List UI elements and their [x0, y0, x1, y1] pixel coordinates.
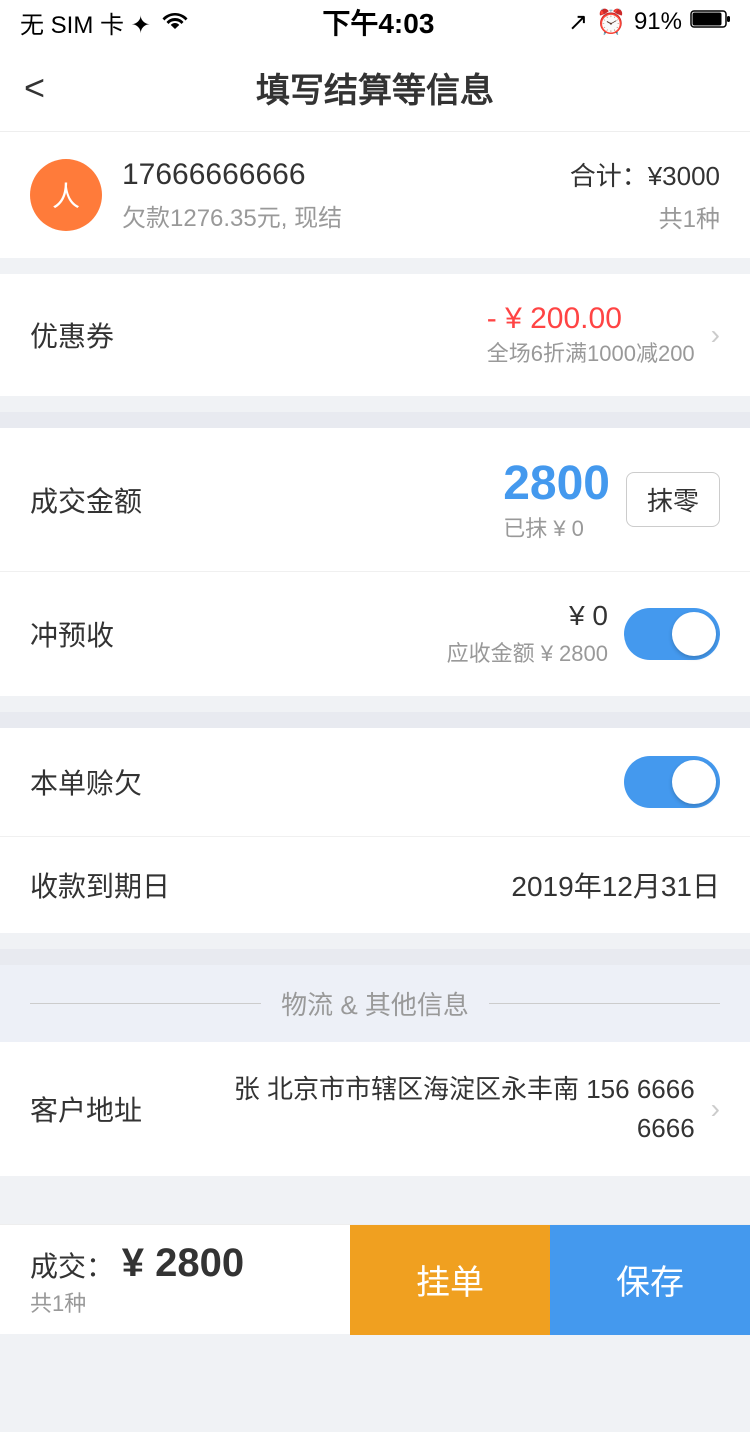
nav-bar: < 填写结算等信息	[0, 44, 750, 132]
credit-label: 本单赊欠	[30, 762, 142, 802]
logistics-divider: 物流 & 其他信息	[0, 965, 750, 1042]
bottom-amount: ¥ 2800	[122, 1241, 244, 1285]
discount-right: - ¥ 200.00 全场6折满1000减200 ›	[487, 302, 720, 368]
customer-left: 人 17666666666 欠款1276.35元, 现结	[30, 158, 342, 233]
toggle-knob	[672, 612, 716, 656]
total-label: 合计：¥3000	[570, 156, 720, 193]
back-button[interactable]: <	[24, 67, 45, 109]
discount-sub: 全场6折满1000减200	[487, 336, 695, 368]
prepay-row: 冲预收 ¥ 0 应收金额 ¥ 2800	[0, 572, 750, 696]
customer-info: 17666666666 欠款1276.35元, 现结	[122, 158, 342, 233]
page-title: 填写结算等信息	[256, 63, 494, 112]
status-time: 下午4:03	[322, 2, 434, 42]
bottom-bar: 成交： ¥ 2800 共1种 挂单 保存	[0, 1224, 750, 1334]
due-date-row: 收款到期日 2019年12月31日	[0, 837, 750, 933]
customer-total: 合计：¥3000 共1种	[570, 156, 720, 234]
logistics-divider-text: 物流 & 其他信息	[281, 985, 469, 1022]
hang-button[interactable]: 挂单	[350, 1225, 550, 1335]
battery-icon	[690, 8, 730, 36]
due-date-value: 2019年12月31日	[511, 865, 720, 905]
divider-1	[0, 412, 750, 428]
credit-toggle-knob	[672, 760, 716, 804]
status-right: ↗ ⏰ 91%	[568, 8, 730, 37]
due-date-label: 收款到期日	[30, 865, 170, 905]
divider-2	[0, 712, 750, 728]
prepay-value: ¥ 0	[447, 600, 608, 632]
address-label: 客户地址	[30, 1089, 142, 1129]
address-row[interactable]: 客户地址 张 北京市市辖区海淀区永丰南 156 6666 6666 ›	[0, 1042, 750, 1176]
wifi-icon	[161, 8, 189, 36]
discount-row[interactable]: 优惠券 - ¥ 200.00 全场6折满1000减200 ›	[0, 274, 750, 396]
bottom-count: 共1种	[30, 1286, 320, 1318]
deal-section: 成交金额 2800 已抹 ¥ 0 抹零 冲预收 ¥ 0 应收金额 ¥ 2800	[0, 428, 750, 696]
prepay-right: ¥ 0 应收金额 ¥ 2800	[447, 600, 720, 668]
discount-values: - ¥ 200.00 全场6折满1000减200	[487, 302, 695, 368]
address-chevron-icon: ›	[711, 1093, 720, 1125]
divider-line-left	[30, 1003, 261, 1004]
credit-row: 本单赊欠	[0, 728, 750, 837]
bottom-deal-row: 成交： ¥ 2800	[30, 1241, 320, 1286]
divider-3	[0, 949, 750, 965]
round-button[interactable]: 抹零	[626, 472, 720, 527]
divider-line-right	[489, 1003, 720, 1004]
discount-label: 优惠券	[30, 315, 114, 355]
customer-sub: 欠款1276.35元, 现结	[122, 198, 342, 233]
chevron-right-icon: ›	[711, 319, 720, 351]
status-left: 无 SIM 卡 ✦	[20, 5, 189, 40]
deal-amount-values: 2800 已抹 ¥ 0	[503, 456, 610, 543]
prepay-label: 冲预收	[30, 614, 114, 654]
bottom-info: 成交： ¥ 2800 共1种	[0, 1241, 350, 1318]
deal-amount-right: 2800 已抹 ¥ 0 抹零	[503, 456, 720, 543]
discount-section: 优惠券 - ¥ 200.00 全场6折满1000减200 ›	[0, 274, 750, 396]
credit-section: 本单赊欠 收款到期日 2019年12月31日	[0, 728, 750, 933]
customer-phone: 17666666666	[122, 158, 342, 192]
deal-amount-label: 成交金额	[30, 480, 142, 520]
alarm-icon: ⏰	[596, 8, 626, 37]
battery-label: 91%	[634, 8, 682, 36]
address-right: 张 北京市市辖区海淀区永丰南 156 6666 6666 ›	[200, 1070, 720, 1148]
total-count: 共1种	[570, 199, 720, 234]
deal-amount-value: 2800	[503, 456, 610, 511]
discount-value: - ¥ 200.00	[487, 302, 695, 336]
avatar: 人	[30, 159, 102, 231]
sim-label: 无 SIM 卡 ✦	[20, 5, 151, 40]
deal-amount-row: 成交金额 2800 已抹 ¥ 0 抹零	[0, 428, 750, 572]
address-value: 张 北京市市辖区海淀区永丰南 156 6666 6666	[200, 1070, 695, 1148]
deal-amount-sub: 已抹 ¥ 0	[503, 511, 610, 543]
location-icon: ↗	[568, 8, 588, 37]
prepay-values: ¥ 0 应收金额 ¥ 2800	[447, 600, 608, 668]
bottom-deal-label: 成交：	[30, 1251, 114, 1282]
credit-toggle[interactable]	[624, 756, 720, 808]
prepay-toggle[interactable]	[624, 608, 720, 660]
status-bar: 无 SIM 卡 ✦ 下午4:03 ↗ ⏰ 91%	[0, 0, 750, 44]
credit-right	[624, 756, 720, 808]
address-section: 客户地址 张 北京市市辖区海淀区永丰南 156 6666 6666 ›	[0, 1042, 750, 1176]
prepay-sub: 应收金额 ¥ 2800	[447, 636, 608, 668]
customer-card: 人 17666666666 欠款1276.35元, 现结 合计：¥3000 共1…	[0, 132, 750, 258]
save-button[interactable]: 保存	[550, 1225, 750, 1335]
